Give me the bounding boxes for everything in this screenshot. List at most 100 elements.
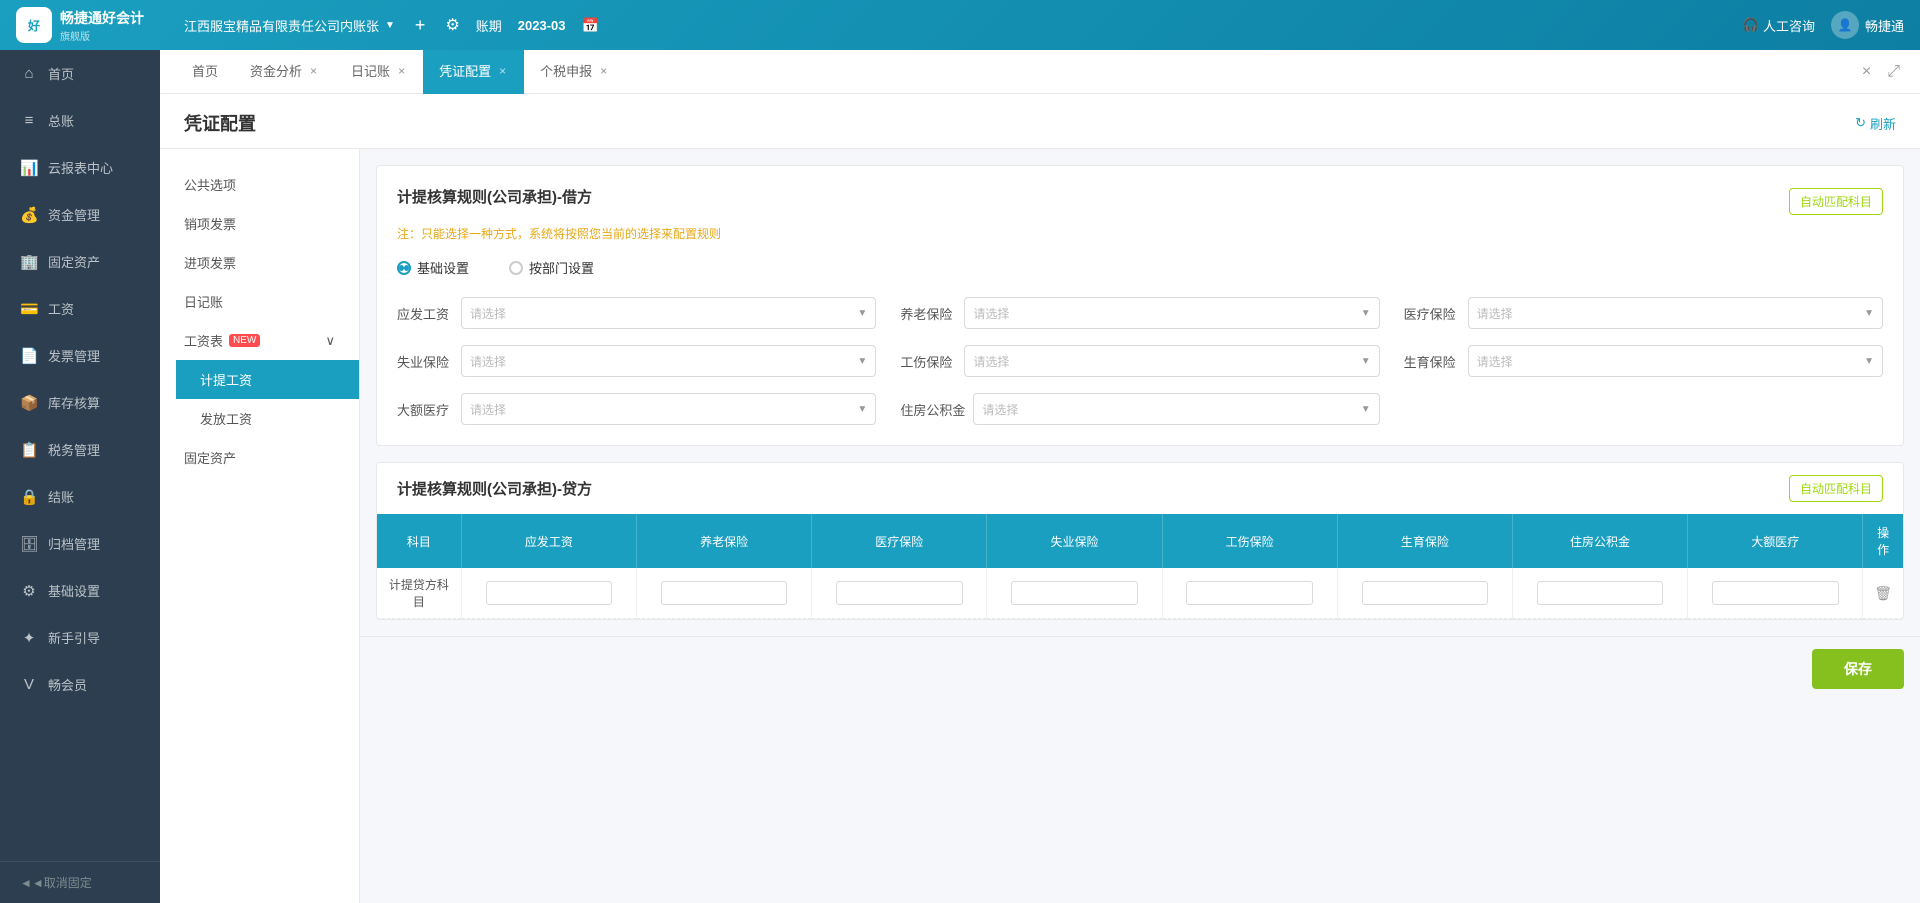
cell-salary-input[interactable] bbox=[461, 568, 636, 619]
input-medical[interactable] bbox=[836, 581, 963, 605]
input-housing[interactable] bbox=[1537, 581, 1664, 605]
guide-icon: ✦ bbox=[20, 629, 38, 647]
cell-medical-input[interactable] bbox=[812, 568, 987, 619]
assets-icon: 🏢 bbox=[20, 253, 38, 271]
select-major-medical[interactable]: 请选择 ▼ bbox=[461, 393, 876, 425]
cell-unemployment-input[interactable] bbox=[987, 568, 1162, 619]
sidebar-item-assets[interactable]: 🏢 固定资产 bbox=[0, 238, 160, 285]
left-nav-fixed-assets[interactable]: 固定资产 bbox=[160, 438, 359, 477]
col-maternity: 生育保险 bbox=[1337, 514, 1512, 568]
debit-section-title: 计提核算规则(公司承担)-借方 bbox=[397, 186, 592, 207]
delete-row-button[interactable]: 🗑 bbox=[1874, 585, 1892, 602]
left-nav-public[interactable]: 公共选项 bbox=[160, 165, 359, 204]
tab-voucher[interactable]: 凭证配置 × bbox=[423, 50, 524, 94]
debit-section: 计提核算规则(公司承担)-借方 自动匹配科目 注：只能选择一种方式，系统将按照您… bbox=[376, 165, 1904, 446]
tab-tax-close[interactable]: × bbox=[598, 64, 609, 78]
cell-maternity-input[interactable] bbox=[1337, 568, 1512, 619]
radio-dept[interactable]: 按部门设置 bbox=[509, 258, 594, 277]
sidebar-item-archive[interactable]: 🗄 归档管理 bbox=[0, 520, 160, 567]
input-pension[interactable] bbox=[661, 581, 788, 605]
calendar-icon[interactable]: 📅 bbox=[582, 17, 599, 34]
label-medical: 医疗保险 bbox=[1404, 304, 1460, 323]
radio-dept-label: 按部门设置 bbox=[529, 258, 594, 277]
refresh-button[interactable]: ↻ 刷新 bbox=[1855, 114, 1896, 133]
select-unemployment[interactable]: 请选择 ▼ bbox=[461, 345, 876, 377]
input-major-medical[interactable] bbox=[1712, 581, 1839, 605]
save-button[interactable]: 保存 bbox=[1812, 649, 1904, 689]
sidebar-item-invoice[interactable]: 📄 发票管理 bbox=[0, 332, 160, 379]
gear-icon[interactable]: ⚙ bbox=[445, 15, 459, 35]
tab-journal-close[interactable]: × bbox=[396, 64, 407, 78]
auto-match-debit-button[interactable]: 自动匹配科目 bbox=[1789, 188, 1883, 215]
sidebar-item-close[interactable]: 🔒 结账 bbox=[0, 473, 160, 520]
user-area[interactable]: 👤 畅捷通 bbox=[1831, 11, 1904, 39]
cell-major-medical-input[interactable] bbox=[1688, 568, 1863, 619]
auto-match-credit-button[interactable]: 自动匹配科目 bbox=[1789, 475, 1883, 502]
page-title: 凭证配置 bbox=[184, 110, 256, 136]
select-housing-fund[interactable]: 请选择 ▼ bbox=[973, 393, 1379, 425]
tab-fund-close[interactable]: × bbox=[308, 64, 319, 78]
select-salary[interactable]: 请选择 ▼ bbox=[461, 297, 876, 329]
sidebar-item-reports[interactable]: 📊 云报表中心 bbox=[0, 144, 160, 191]
select-injury[interactable]: 请选择 ▼ bbox=[964, 345, 1379, 377]
input-injury[interactable] bbox=[1186, 581, 1313, 605]
radio-basic[interactable]: 基础设置 bbox=[397, 258, 469, 277]
left-nav-sales[interactable]: 销项发票 bbox=[160, 204, 359, 243]
tab-tax[interactable]: 个税申报 × bbox=[524, 50, 625, 94]
tab-voucher-close[interactable]: × bbox=[497, 64, 508, 78]
select-medical[interactable]: 请选择 ▼ bbox=[1468, 297, 1883, 329]
cancel-pin-label: ◄◄取消固定 bbox=[20, 874, 92, 891]
select-maternity[interactable]: 请选择 ▼ bbox=[1468, 345, 1883, 377]
period-value: 2023-03 bbox=[518, 18, 566, 33]
input-maternity[interactable] bbox=[1362, 581, 1489, 605]
service-button[interactable]: 🎧 人工咨询 bbox=[1743, 16, 1815, 35]
tab-home-label: 首页 bbox=[192, 61, 218, 80]
left-nav-public-label: 公共选项 bbox=[184, 175, 236, 194]
cancel-pin-button[interactable]: ◄◄取消固定 bbox=[0, 861, 160, 903]
maximize-button[interactable]: ⤢ bbox=[1883, 59, 1904, 85]
cell-action[interactable]: 🗑 bbox=[1863, 568, 1903, 619]
sidebar-item-salary[interactable]: 💳 工资 bbox=[0, 285, 160, 332]
company-dropdown-icon: ▼ bbox=[385, 20, 395, 31]
close-tab-button[interactable]: × bbox=[1858, 59, 1875, 85]
sidebar-item-stock[interactable]: 📦 库存核算 bbox=[0, 379, 160, 426]
cell-injury-input[interactable] bbox=[1162, 568, 1337, 619]
radio-group: 基础设置 按部门设置 bbox=[397, 258, 1883, 277]
dropdown-arrow: ▼ bbox=[1361, 356, 1371, 367]
select-pension-placeholder: 请选择 bbox=[973, 305, 1009, 322]
left-nav-pay-salary[interactable]: 发放工资 bbox=[176, 399, 359, 438]
left-nav-calc-salary[interactable]: 计提工资 bbox=[176, 360, 359, 399]
tab-right-buttons: × ⤢ bbox=[1858, 59, 1904, 85]
left-nav-salary-table[interactable]: 工资表 NEW ∨ bbox=[160, 321, 359, 360]
left-nav-journal[interactable]: 日记账 bbox=[160, 282, 359, 321]
select-pension[interactable]: 请选择 ▼ bbox=[964, 297, 1379, 329]
tab-journal[interactable]: 日记账 × bbox=[335, 50, 423, 94]
sidebar-item-guide[interactable]: ✦ 新手引导 bbox=[0, 614, 160, 661]
sidebar-item-settings[interactable]: ⚙ 基础设置 bbox=[0, 567, 160, 614]
input-salary[interactable] bbox=[486, 581, 613, 605]
sidebar-item-ledger[interactable]: ≡ 总账 bbox=[0, 97, 160, 144]
left-nav-purchase[interactable]: 进项发票 bbox=[160, 243, 359, 282]
sidebar-item-home[interactable]: ⌂ 首页 bbox=[0, 50, 160, 97]
debit-note: 注：只能选择一种方式，系统将按照您当前的选择来配置规则 bbox=[397, 225, 1883, 242]
credit-header-row: 计提核算规则(公司承担)-贷方 自动匹配科目 bbox=[377, 463, 1903, 514]
new-badge: NEW bbox=[229, 334, 260, 347]
sidebar-item-tax[interactable]: 📋 税务管理 bbox=[0, 426, 160, 473]
company-select[interactable]: 江西服宝精品有限责任公司内账张 ▼ bbox=[184, 16, 395, 35]
col-housing: 住房公积金 bbox=[1512, 514, 1687, 568]
debit-form-grid: 应发工资 请选择 ▼ 养老保险 请选择 ▼ bbox=[397, 297, 1883, 425]
user-name: 畅捷通 bbox=[1865, 16, 1904, 35]
tab-home[interactable]: 首页 bbox=[176, 50, 234, 94]
refresh-icon: ↻ bbox=[1855, 115, 1866, 131]
col-salary: 应发工资 bbox=[461, 514, 636, 568]
sidebar-item-funds[interactable]: 💰 资金管理 bbox=[0, 191, 160, 238]
cell-housing-input[interactable] bbox=[1512, 568, 1687, 619]
input-unemployment[interactable] bbox=[1011, 581, 1138, 605]
cell-pension-input[interactable] bbox=[637, 568, 812, 619]
tab-bar: 首页 资金分析 × 日记账 × 凭证配置 × 个税申报 × × ⤢ bbox=[160, 50, 1920, 94]
logo-area: 好 畅捷通好会计 旗舰版 bbox=[16, 7, 176, 43]
add-button[interactable]: + bbox=[411, 15, 430, 36]
sidebar-item-vip[interactable]: V 畅会员 bbox=[0, 661, 160, 708]
tab-fund[interactable]: 资金分析 × bbox=[234, 50, 335, 94]
logo-icon: 好 bbox=[16, 7, 52, 43]
